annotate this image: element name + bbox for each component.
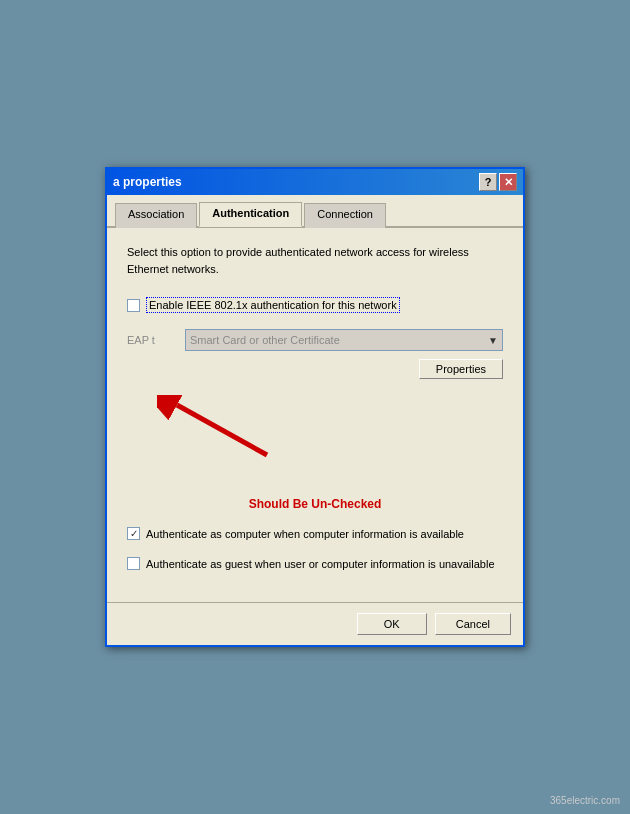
annotation-container: Should Be Un-Checked xyxy=(127,395,503,511)
help-button[interactable]: ? xyxy=(479,173,497,191)
close-button[interactable]: ✕ xyxy=(499,173,517,191)
auth-guest-checkbox[interactable] xyxy=(127,557,140,570)
properties-row: Properties xyxy=(127,359,503,379)
dialog-footer: OK Cancel xyxy=(107,602,523,645)
tab-content: Select this option to provide authentica… xyxy=(107,228,523,602)
tab-connection[interactable]: Connection xyxy=(304,203,386,228)
tab-bar: Association Authentication Connection xyxy=(107,195,523,228)
auth-computer-checkbox[interactable] xyxy=(127,527,140,540)
dropdown-arrow-icon: ▼ xyxy=(488,335,498,346)
ieee-checkbox[interactable] xyxy=(127,299,140,312)
auth-guest-row: Authenticate as guest when user or compu… xyxy=(127,557,503,572)
ieee-checkbox-label: Enable IEEE 802.1x authentication for th… xyxy=(146,297,400,313)
cancel-button[interactable]: Cancel xyxy=(435,613,511,635)
tab-authentication[interactable]: Authentication xyxy=(199,202,302,227)
title-bar: a properties ? ✕ xyxy=(107,169,523,195)
eap-dropdown-value: Smart Card or other Certificate xyxy=(190,334,340,346)
window-title: a properties xyxy=(113,175,182,189)
svg-line-1 xyxy=(177,405,267,455)
ok-button[interactable]: OK xyxy=(357,613,427,635)
annotation-text: Should Be Un-Checked xyxy=(127,497,503,511)
watermark: 365electric.com xyxy=(550,795,620,806)
dialog-window: a properties ? ✕ Association Authenticat… xyxy=(105,167,525,647)
title-bar-buttons: ? ✕ xyxy=(479,173,517,191)
properties-button[interactable]: Properties xyxy=(419,359,503,379)
tab-association[interactable]: Association xyxy=(115,203,197,228)
eap-row: EAP t Smart Card or other Certificate ▼ xyxy=(127,329,503,351)
auth-computer-row: Authenticate as computer when computer i… xyxy=(127,527,503,542)
ieee-checkbox-row: Enable IEEE 802.1x authentication for th… xyxy=(127,297,503,313)
eap-label: EAP t xyxy=(127,334,177,346)
red-arrow-icon xyxy=(157,395,277,465)
auth-computer-label: Authenticate as computer when computer i… xyxy=(146,527,464,542)
eap-dropdown[interactable]: Smart Card or other Certificate ▼ xyxy=(185,329,503,351)
description-text: Select this option to provide authentica… xyxy=(127,244,503,277)
auth-guest-label: Authenticate as guest when user or compu… xyxy=(146,557,495,572)
